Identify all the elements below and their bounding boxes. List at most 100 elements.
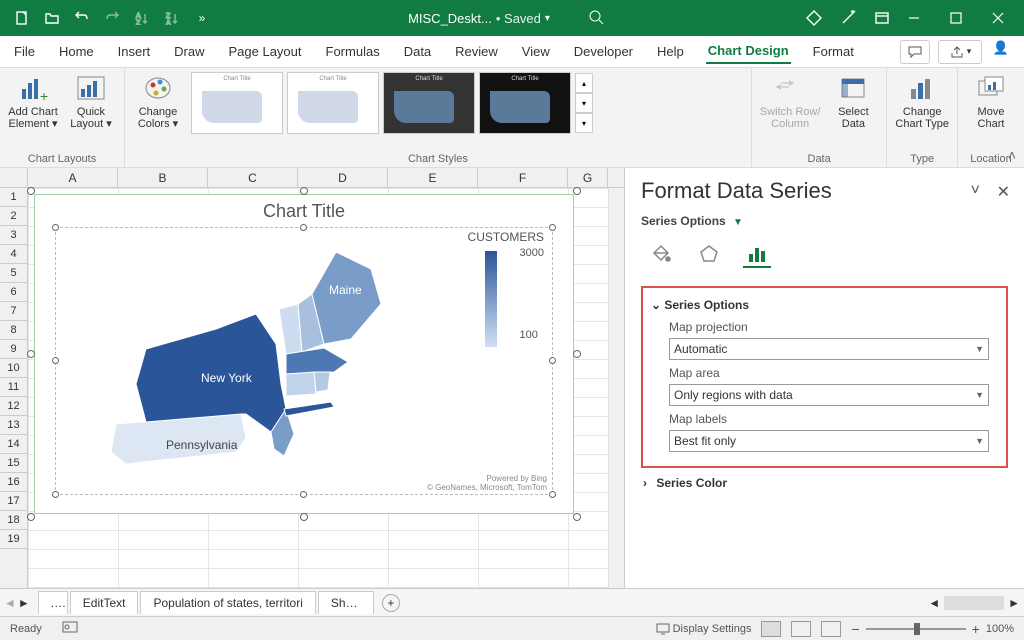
row-header[interactable]: 8	[0, 321, 27, 340]
sheet-tab-shee[interactable]: Shee ...	[318, 591, 374, 614]
chart-title[interactable]: Chart Title	[35, 195, 573, 224]
tab-draw[interactable]: Draw	[172, 40, 206, 63]
taskpane-close-icon[interactable]: ✕	[997, 182, 1010, 202]
new-file-icon[interactable]	[10, 6, 34, 30]
row-header[interactable]: 19	[0, 530, 27, 549]
display-settings-button[interactable]: Display Settings	[656, 623, 752, 635]
taskpane-collapse-icon[interactable]: ˅	[971, 182, 980, 200]
tab-file[interactable]: File	[12, 40, 37, 63]
tab-chart-design[interactable]: Chart Design	[706, 39, 791, 64]
move-chart-button[interactable]: Move Chart	[966, 72, 1016, 130]
tab-page-layout[interactable]: Page Layout	[227, 40, 304, 63]
horizontal-scrollbar[interactable]: ◄►	[928, 596, 1020, 610]
col-header[interactable]: B	[118, 168, 208, 187]
row-header[interactable]: 4	[0, 245, 27, 264]
redo-icon[interactable]	[100, 6, 124, 30]
effects-icon[interactable]	[695, 240, 723, 268]
row-header[interactable]: 1	[0, 188, 27, 207]
zoom-out-button[interactable]: −	[851, 621, 859, 637]
doc-saved[interactable]: • Saved	[496, 11, 541, 26]
add-chart-element-button[interactable]: + Add Chart Element ▾	[8, 72, 58, 130]
row-header[interactable]: 12	[0, 397, 27, 416]
zoom-in-button[interactable]: +	[972, 621, 980, 637]
style-thumb-2[interactable]: Chart Title	[287, 72, 379, 134]
map-projection-dropdown[interactable]: Automatic▼	[669, 338, 989, 360]
change-chart-type-button[interactable]: Change Chart Type	[895, 72, 949, 130]
sheet-tab-edittext[interactable]: EditText	[70, 591, 139, 614]
row-header[interactable]: 14	[0, 435, 27, 454]
search-icon[interactable]	[588, 9, 604, 28]
col-header[interactable]: C	[208, 168, 298, 187]
account-icon[interactable]: 👤	[990, 40, 1012, 64]
style-thumb-1[interactable]: Chart Title	[191, 72, 283, 134]
row-header[interactable]: 16	[0, 473, 27, 492]
series-options-header[interactable]: ⌄ Series Options	[651, 298, 998, 312]
minimize-button[interactable]	[894, 3, 934, 33]
col-header[interactable]: A	[28, 168, 118, 187]
sheet-tab-population[interactable]: Population of states, territori	[140, 591, 315, 614]
gallery-up-button[interactable]: ▴	[575, 73, 593, 93]
zoom-slider[interactable]	[866, 628, 966, 630]
tab-formulas[interactable]: Formulas	[324, 40, 382, 63]
map-area-dropdown[interactable]: Only regions with data▼	[669, 384, 989, 406]
cell-grid[interactable]: Chart Title Pennsylvania New York	[28, 188, 608, 588]
magic-icon[interactable]	[836, 6, 860, 30]
chart-object[interactable]: Chart Title Pennsylvania New York	[34, 194, 574, 514]
tab-insert[interactable]: Insert	[116, 40, 153, 63]
change-colors-button[interactable]: Change Colors ▾	[133, 72, 183, 130]
map-chart[interactable]: Pennsylvania New York	[86, 234, 416, 494]
tab-data[interactable]: Data	[402, 40, 433, 63]
comments-button[interactable]	[900, 40, 930, 64]
row-header[interactable]: 10	[0, 359, 27, 378]
tab-view[interactable]: View	[520, 40, 552, 63]
macro-record-icon[interactable]	[62, 621, 78, 636]
row-header[interactable]: 17	[0, 492, 27, 511]
row-header[interactable]: 11	[0, 378, 27, 397]
maximize-button[interactable]	[936, 3, 976, 33]
share-button[interactable]: ▾	[938, 40, 982, 64]
ribbon-mode-icon[interactable]	[870, 6, 894, 30]
saved-chevron-icon[interactable]: ▾	[545, 13, 550, 24]
sort-desc-icon[interactable]: ZA	[160, 6, 184, 30]
col-header[interactable]: E	[388, 168, 478, 187]
row-header[interactable]: 15	[0, 454, 27, 473]
add-sheet-button[interactable]: +	[382, 594, 400, 612]
select-data-button[interactable]: Select Data	[828, 72, 878, 130]
row-header[interactable]: 7	[0, 302, 27, 321]
tab-home[interactable]: Home	[57, 40, 96, 63]
row-header[interactable]: 5	[0, 264, 27, 283]
normal-view-button[interactable]	[761, 621, 781, 637]
fill-icon[interactable]	[647, 240, 675, 268]
style-thumb-4[interactable]: Chart Title	[479, 72, 571, 134]
col-header[interactable]: D	[298, 168, 388, 187]
undo-icon[interactable]	[70, 6, 94, 30]
series-options-icon[interactable]	[743, 240, 771, 268]
tab-nav-next[interactable]: ►	[18, 596, 30, 610]
plot-area[interactable]: Pennsylvania New York	[55, 227, 553, 495]
tab-nav-prev[interactable]: ◄	[4, 596, 16, 610]
zoom-level[interactable]: 100%	[986, 623, 1014, 635]
col-header[interactable]: F	[478, 168, 568, 187]
gallery-more-button[interactable]: ▾	[575, 113, 593, 133]
row-header[interactable]: 13	[0, 416, 27, 435]
sort-asc-icon[interactable]: AZ	[130, 6, 154, 30]
switch-row-column-button[interactable]: Switch Row/ Column	[760, 72, 821, 130]
tab-format[interactable]: Format	[811, 40, 856, 63]
gallery-down-button[interactable]: ▾	[575, 93, 593, 113]
page-break-view-button[interactable]	[821, 621, 841, 637]
premium-icon[interactable]	[802, 6, 826, 30]
select-all-corner[interactable]	[0, 168, 28, 187]
map-labels-dropdown[interactable]: Best fit only▼	[669, 430, 989, 452]
chart-legend[interactable]: CUSTOMERS 3000 100	[468, 230, 544, 351]
row-header[interactable]: 18	[0, 511, 27, 530]
vertical-scrollbar[interactable]	[608, 188, 624, 588]
row-header[interactable]: 3	[0, 226, 27, 245]
style-thumb-3[interactable]: Chart Title	[383, 72, 475, 134]
close-button[interactable]	[978, 3, 1018, 33]
row-header[interactable]: 9	[0, 340, 27, 359]
quick-layout-button[interactable]: Quick Layout ▾	[66, 72, 116, 130]
collapse-ribbon-button[interactable]: ˄	[1008, 147, 1016, 163]
tab-developer[interactable]: Developer	[572, 40, 635, 63]
page-layout-view-button[interactable]	[791, 621, 811, 637]
qat-more-icon[interactable]: »	[190, 6, 214, 30]
